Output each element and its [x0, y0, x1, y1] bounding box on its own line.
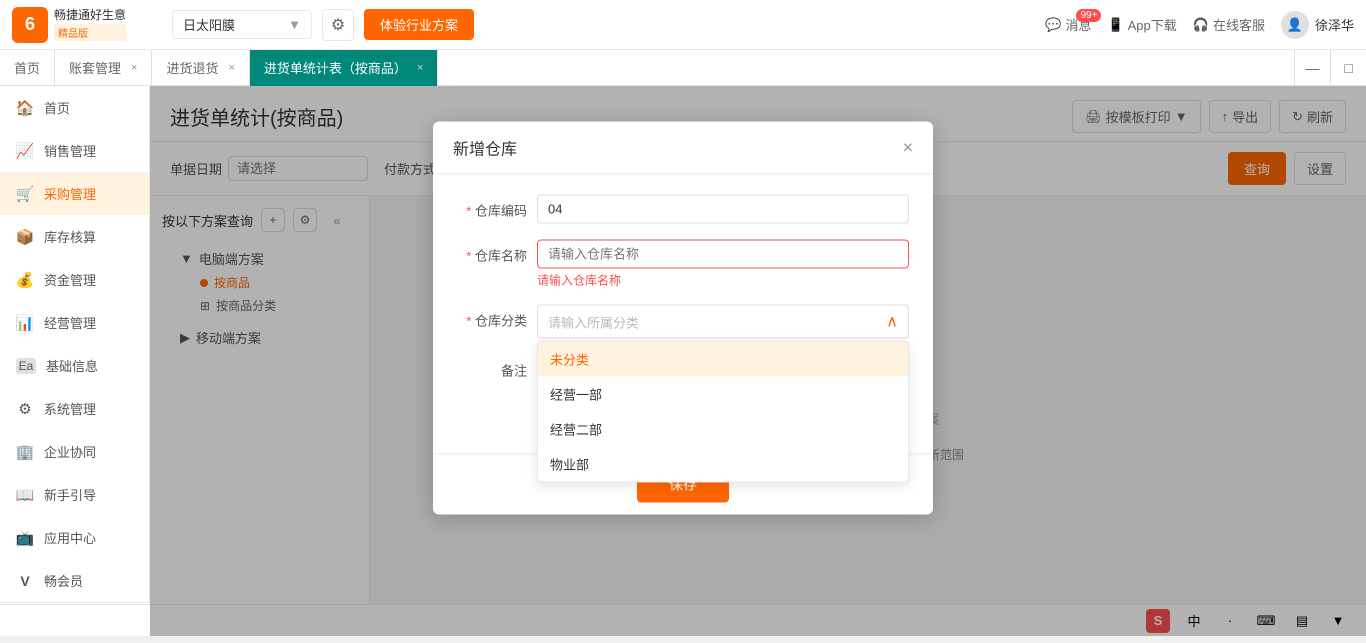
sidebar-item-operations[interactable]: 📊 经营管理	[0, 301, 149, 344]
category-selector[interactable]: 请输入所属分类 ∧	[537, 305, 909, 339]
top-header: 6 畅捷通好生意 精品版 日太阳膜 ▼ ⚙ 体验行业方案 💬 消息 99+ 📱 …	[0, 0, 1366, 50]
category-dropdown-arrow: ∧	[886, 312, 898, 332]
warehouse-name-input[interactable]	[537, 240, 909, 269]
modal-header: 新增仓库 ×	[433, 122, 933, 175]
store-dropdown-arrow: ▼	[288, 17, 301, 32]
settings-button[interactable]: ⚙	[322, 9, 354, 41]
service-action[interactable]: 🎧 在线客服	[1193, 15, 1265, 34]
guide-icon: 📖	[16, 486, 34, 504]
user-area[interactable]: 👤 徐泽华	[1281, 11, 1354, 39]
tab-purchase-return[interactable]: 进货退货 ×	[152, 50, 249, 86]
operations-icon: 📊	[16, 314, 34, 332]
dropdown-item-1[interactable]: 经营一部	[538, 377, 908, 412]
tab-collapse-button[interactable]: —	[1294, 50, 1330, 86]
sidebar-item-finance[interactable]: 💰 资金管理	[0, 258, 149, 301]
sidebar-item-home[interactable]: 🏠 首页	[0, 86, 149, 129]
modal-title: 新增仓库	[453, 136, 517, 160]
sidebar: 🏠 首页 📈 销售管理 🛒 采购管理 📦 库存核算 💰 资金管理 📊 经营管理 …	[0, 86, 150, 636]
system-icon: ⚙	[16, 400, 34, 418]
close-tab-purchase-stats[interactable]: ×	[417, 62, 423, 74]
dropdown-item-3[interactable]: 物业部	[538, 447, 908, 482]
dropdown-item-2[interactable]: 经营二部	[538, 412, 908, 447]
warehouse-code-input[interactable]	[537, 195, 909, 224]
notes-label: 备注	[457, 355, 537, 380]
warehouse-name-wrap: 请输入仓库名称	[537, 240, 909, 289]
user-name: 徐泽华	[1315, 15, 1354, 34]
modal-body: * 仓库编码 * 仓库名称 请输入仓库名称 * 仓库分类	[433, 175, 933, 454]
store-selector[interactable]: 日太阳膜 ▼	[172, 10, 312, 39]
tab-purchase-stats[interactable]: 进货单统计表（按商品） ×	[250, 50, 438, 86]
trial-button[interactable]: 体验行业方案	[364, 9, 474, 40]
message-action[interactable]: 💬 消息 99+	[1045, 15, 1091, 34]
tab-controls: — □	[1294, 50, 1366, 86]
tab-account[interactable]: 账套管理 ×	[55, 50, 152, 86]
app-icon: 📱	[1107, 17, 1123, 33]
headset-icon: 🎧	[1193, 17, 1209, 33]
sidebar-item-guide[interactable]: 📖 新手引导	[0, 473, 149, 516]
category-placeholder: 请输入所属分类	[548, 312, 639, 331]
close-tab-purchase-return[interactable]: ×	[228, 62, 234, 74]
logo-area: 6 畅捷通好生意 精品版	[12, 7, 162, 43]
store-name: 日太阳膜	[183, 15, 235, 34]
category-dropdown-list: 未分类 经营一部 经营二部 物业部	[537, 341, 909, 483]
avatar: 👤	[1281, 11, 1309, 39]
sidebar-item-enterprise[interactable]: 🏢 企业协同	[0, 430, 149, 473]
sidebar-item-system[interactable]: ⚙ 系统管理	[0, 387, 149, 430]
sidebar-item-inventory[interactable]: 📦 库存核算	[0, 215, 149, 258]
member-icon: V	[16, 572, 34, 590]
form-row-name: * 仓库名称 请输入仓库名称	[457, 240, 909, 289]
home-icon: 🏠	[16, 99, 34, 117]
sidebar-item-apps[interactable]: 📺 应用中心	[0, 516, 149, 559]
header-right: 💬 消息 99+ 📱 App下载 🎧 在线客服 👤 徐泽华	[1045, 11, 1354, 39]
enterprise-icon: 🏢	[16, 443, 34, 461]
modal-close-button[interactable]: ×	[902, 137, 913, 158]
apps-icon: 📺	[16, 529, 34, 547]
tab-bar: 首页 账套管理 × 进货退货 × 进货单统计表（按商品） × — □	[0, 50, 1366, 86]
logo-icon: 6	[12, 7, 48, 43]
sidebar-item-member[interactable]: V 畅会员	[0, 559, 149, 602]
gear-icon: ⚙	[331, 15, 345, 35]
form-row-code: * 仓库编码	[457, 195, 909, 224]
sidebar-item-purchase[interactable]: 🛒 采购管理	[0, 172, 149, 215]
logo-name: 畅捷通好生意	[54, 8, 126, 24]
warehouse-category-label: * 仓库分类	[457, 305, 537, 330]
sidebar-item-sales[interactable]: 📈 销售管理	[0, 129, 149, 172]
warehouse-name-error: 请输入仓库名称	[537, 272, 909, 289]
app-download-action[interactable]: 📱 App下载	[1107, 15, 1176, 34]
tab-expand-button[interactable]: □	[1330, 50, 1366, 86]
logo-badge: 精品版	[54, 24, 126, 41]
form-row-category: * 仓库分类 请输入所属分类 ∧ 未分类 经营一部 经营二部 物业部	[457, 305, 909, 339]
sales-icon: 📈	[16, 142, 34, 160]
message-badge: 99+	[1076, 9, 1101, 22]
close-tab-account[interactable]: ×	[131, 62, 137, 74]
app-label: App下载	[1128, 15, 1177, 34]
basic-info-icon: Ea	[16, 358, 36, 374]
sidebar-item-basic-info[interactable]: Ea 基础信息	[0, 344, 149, 387]
dropdown-item-0[interactable]: 未分类	[538, 342, 908, 377]
tab-home[interactable]: 首页	[0, 50, 55, 86]
service-label: 在线客服	[1213, 15, 1265, 34]
warehouse-name-label: * 仓库名称	[457, 240, 537, 265]
warehouse-category-wrap: 请输入所属分类 ∧ 未分类 经营一部 经营二部 物业部	[537, 305, 909, 339]
inventory-icon: 📦	[16, 228, 34, 246]
warehouse-code-label: * 仓库编码	[457, 195, 537, 220]
purchase-icon: 🛒	[16, 185, 34, 203]
modal-add-warehouse: 新增仓库 × * 仓库编码 * 仓库名称 请输入仓库名称	[433, 122, 933, 515]
finance-icon: 💰	[16, 271, 34, 289]
message-icon: 💬	[1045, 17, 1061, 33]
warehouse-code-wrap	[537, 195, 909, 224]
